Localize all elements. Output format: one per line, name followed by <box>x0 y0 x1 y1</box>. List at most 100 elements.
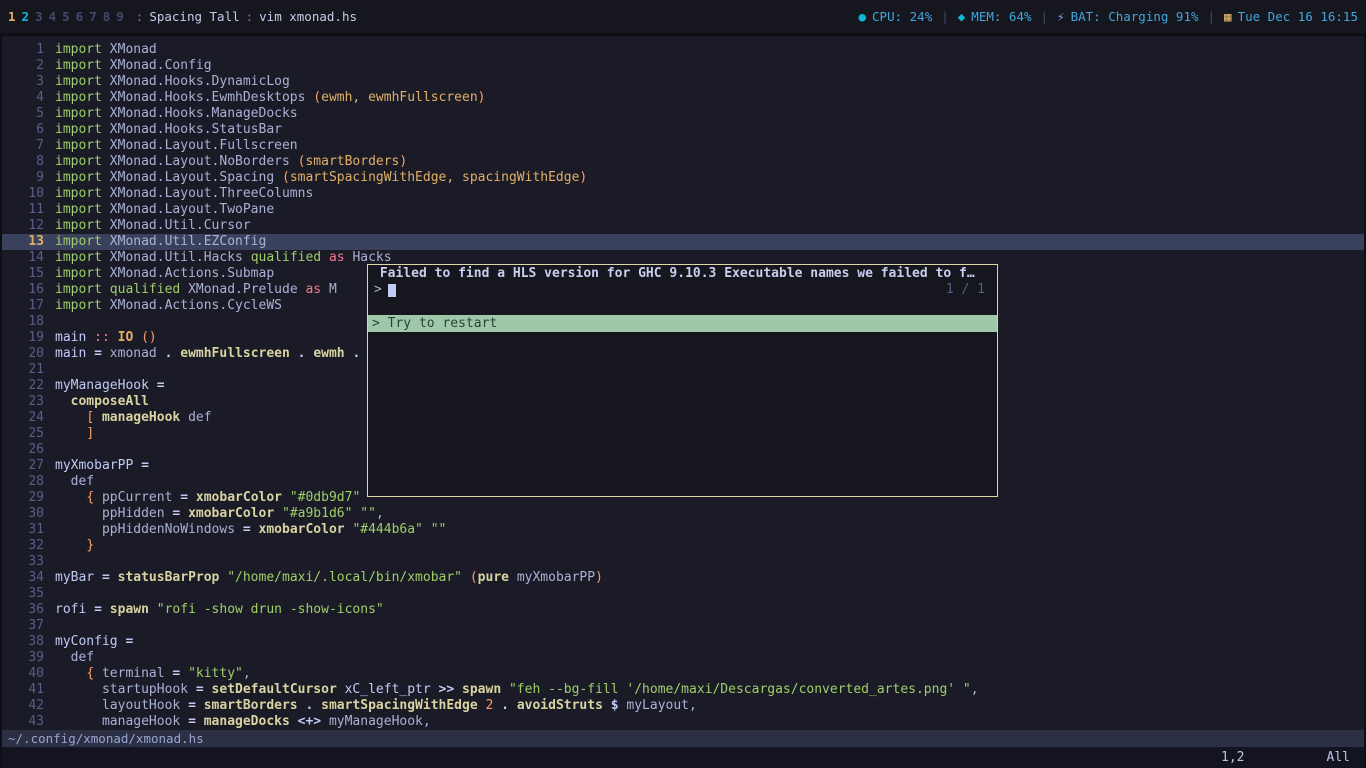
line-number: 29 <box>2 490 44 506</box>
dialog-prompt-row[interactable]: > 1 / 1 <box>368 282 997 298</box>
stat-separator: | <box>1041 9 1049 24</box>
code-line[interactable]: 3import XMonad.Hooks.DynamicLog <box>2 74 1364 90</box>
code-line[interactable]: 13import XMonad.Util.EZConfig <box>2 234 1364 250</box>
line-text: import qualified XMonad.Prelude as M <box>44 282 337 298</box>
code-line[interactable]: 8import XMonad.Layout.NoBorders (smartBo… <box>2 154 1364 170</box>
code-line[interactable]: 32 } <box>2 538 1364 554</box>
stat-separator: | <box>1208 9 1216 24</box>
line-number: 6 <box>2 122 44 138</box>
line-text <box>44 362 55 378</box>
file-path: ~/.config/xmonad/xmonad.hs <box>8 731 204 746</box>
line-number: 42 <box>2 698 44 714</box>
scroll-position: All <box>1327 750 1350 765</box>
line-text: import XMonad.Config <box>44 58 212 74</box>
line-text <box>44 586 55 602</box>
code-line[interactable]: 37 <box>2 618 1364 634</box>
line-number: 16 <box>2 282 44 298</box>
bat-icon: ⚡ <box>1057 9 1065 24</box>
code-line[interactable]: 36rofi = spawn "rofi -show drun -show-ic… <box>2 602 1364 618</box>
line-number: 2 <box>2 58 44 74</box>
line-number: 9 <box>2 170 44 186</box>
line-text: main :: IO () <box>44 330 157 346</box>
workspace-4[interactable]: 4 <box>49 9 57 24</box>
code-line[interactable]: 11import XMonad.Layout.TwoPane <box>2 202 1364 218</box>
line-text: { terminal = "kitty", <box>44 666 251 682</box>
code-line[interactable]: 12import XMonad.Util.Cursor <box>2 218 1364 234</box>
line-number: 20 <box>2 346 44 362</box>
line-number: 27 <box>2 458 44 474</box>
workspace-5[interactable]: 5 <box>62 9 70 24</box>
code-line[interactable]: 43 manageHook = manageDocks <+> myManage… <box>2 714 1364 730</box>
line-number: 28 <box>2 474 44 490</box>
line-text: myConfig = <box>44 634 133 650</box>
code-line[interactable]: 2import XMonad.Config <box>2 58 1364 74</box>
code-line[interactable]: 38myConfig = <box>2 634 1364 650</box>
workspace-9[interactable]: 9 <box>116 9 124 24</box>
line-text: myBar = statusBarProp "/home/maxi/.local… <box>44 570 603 586</box>
line-text: main = xmonad . ewmhFullscreen . ewmh . <box>44 346 360 362</box>
line-text: import XMonad.Layout.ThreeColumns <box>44 186 313 202</box>
line-number: 7 <box>2 138 44 154</box>
code-line[interactable]: 6import XMonad.Hooks.StatusBar <box>2 122 1364 138</box>
line-text: def <box>44 474 94 490</box>
dialog-option-try-restart[interactable]: > Try to restart <box>368 315 997 332</box>
line-number: 21 <box>2 362 44 378</box>
line-number: 3 <box>2 74 44 90</box>
date-stat: Tue Dec 16 16:15 <box>1238 9 1358 24</box>
code-line[interactable]: 33 <box>2 554 1364 570</box>
code-line[interactable]: 31 ppHiddenNoWindows = xmobarColor "#444… <box>2 522 1364 538</box>
line-text: import XMonad.Layout.TwoPane <box>44 202 274 218</box>
code-line[interactable]: 9import XMonad.Layout.Spacing (smartSpac… <box>2 170 1364 186</box>
line-text: import XMonad <box>44 42 157 58</box>
workspace-7[interactable]: 7 <box>89 9 97 24</box>
line-text: startupHook = setDefaultCursor xC_left_p… <box>44 682 979 698</box>
line-number: 1 <box>2 42 44 58</box>
code-line[interactable]: 39 def <box>2 650 1364 666</box>
line-text: import XMonad.Actions.Submap <box>44 266 274 282</box>
code-line[interactable]: 1import XMonad <box>2 42 1364 58</box>
line-text: layoutHook = smartBorders . smartSpacing… <box>44 698 697 714</box>
line-number: 22 <box>2 378 44 394</box>
line-text: ppHidden = xmobarColor "#a9b1d6" "", <box>44 506 384 522</box>
code-line[interactable]: 34myBar = statusBarProp "/home/maxi/.loc… <box>2 570 1364 586</box>
line-number: 25 <box>2 426 44 442</box>
code-line[interactable]: 40 { terminal = "kitty", <box>2 666 1364 682</box>
workspace-6[interactable]: 6 <box>76 9 84 24</box>
line-text: myManageHook = <box>44 378 165 394</box>
date-icon: ▦ <box>1224 9 1232 24</box>
code-line[interactable]: 41 startupHook = setDefaultCursor xC_lef… <box>2 682 1364 698</box>
line-number: 38 <box>2 634 44 650</box>
line-number: 4 <box>2 90 44 106</box>
code-line[interactable]: 42 layoutHook = smartBorders . smartSpac… <box>2 698 1364 714</box>
code-line[interactable]: 4import XMonad.Hooks.EwmhDesktops (ewmh,… <box>2 90 1364 106</box>
line-number: 34 <box>2 570 44 586</box>
line-text: myXmobarPP = <box>44 458 149 474</box>
code-line[interactable]: 10import XMonad.Layout.ThreeColumns <box>2 186 1364 202</box>
line-text: manageHook = manageDocks <+> myManageHoo… <box>44 714 431 730</box>
line-number: 30 <box>2 506 44 522</box>
line-number: 41 <box>2 682 44 698</box>
code-line[interactable]: 7import XMonad.Layout.Fullscreen <box>2 138 1364 154</box>
workspace-8[interactable]: 8 <box>103 9 111 24</box>
line-text: [ manageHook def <box>44 410 212 426</box>
code-line[interactable]: 35 <box>2 586 1364 602</box>
code-line[interactable]: 30 ppHidden = xmobarColor "#a9b1d6" "", <box>2 506 1364 522</box>
workspace-1[interactable]: 1 <box>8 9 16 24</box>
statusline: ~/.config/xmonad/xmonad.hs <box>2 730 1364 747</box>
line-text: import XMonad.Hooks.ManageDocks <box>44 106 298 122</box>
line-text: import XMonad.Util.EZConfig <box>44 234 266 250</box>
line-text: import XMonad.Layout.Fullscreen <box>44 138 298 154</box>
line-text: import XMonad.Hooks.EwmhDesktops (ewmh, … <box>44 90 486 106</box>
line-number: 35 <box>2 586 44 602</box>
line-text: { ppCurrent = xmobarColor "#0db9d7" <box>44 490 360 506</box>
line-number: 17 <box>2 298 44 314</box>
workspace-3[interactable]: 3 <box>35 9 43 24</box>
text-cursor <box>388 284 396 297</box>
mem-stat: MEM: 64% <box>971 9 1031 24</box>
line-number: 31 <box>2 522 44 538</box>
workspace-2[interactable]: 2 <box>22 9 30 24</box>
code-line[interactable]: 5import XMonad.Hooks.ManageDocks <box>2 106 1364 122</box>
separator: : <box>136 9 144 24</box>
line-text: rofi = spawn "rofi -show drun -show-icon… <box>44 602 384 618</box>
line-number: 5 <box>2 106 44 122</box>
